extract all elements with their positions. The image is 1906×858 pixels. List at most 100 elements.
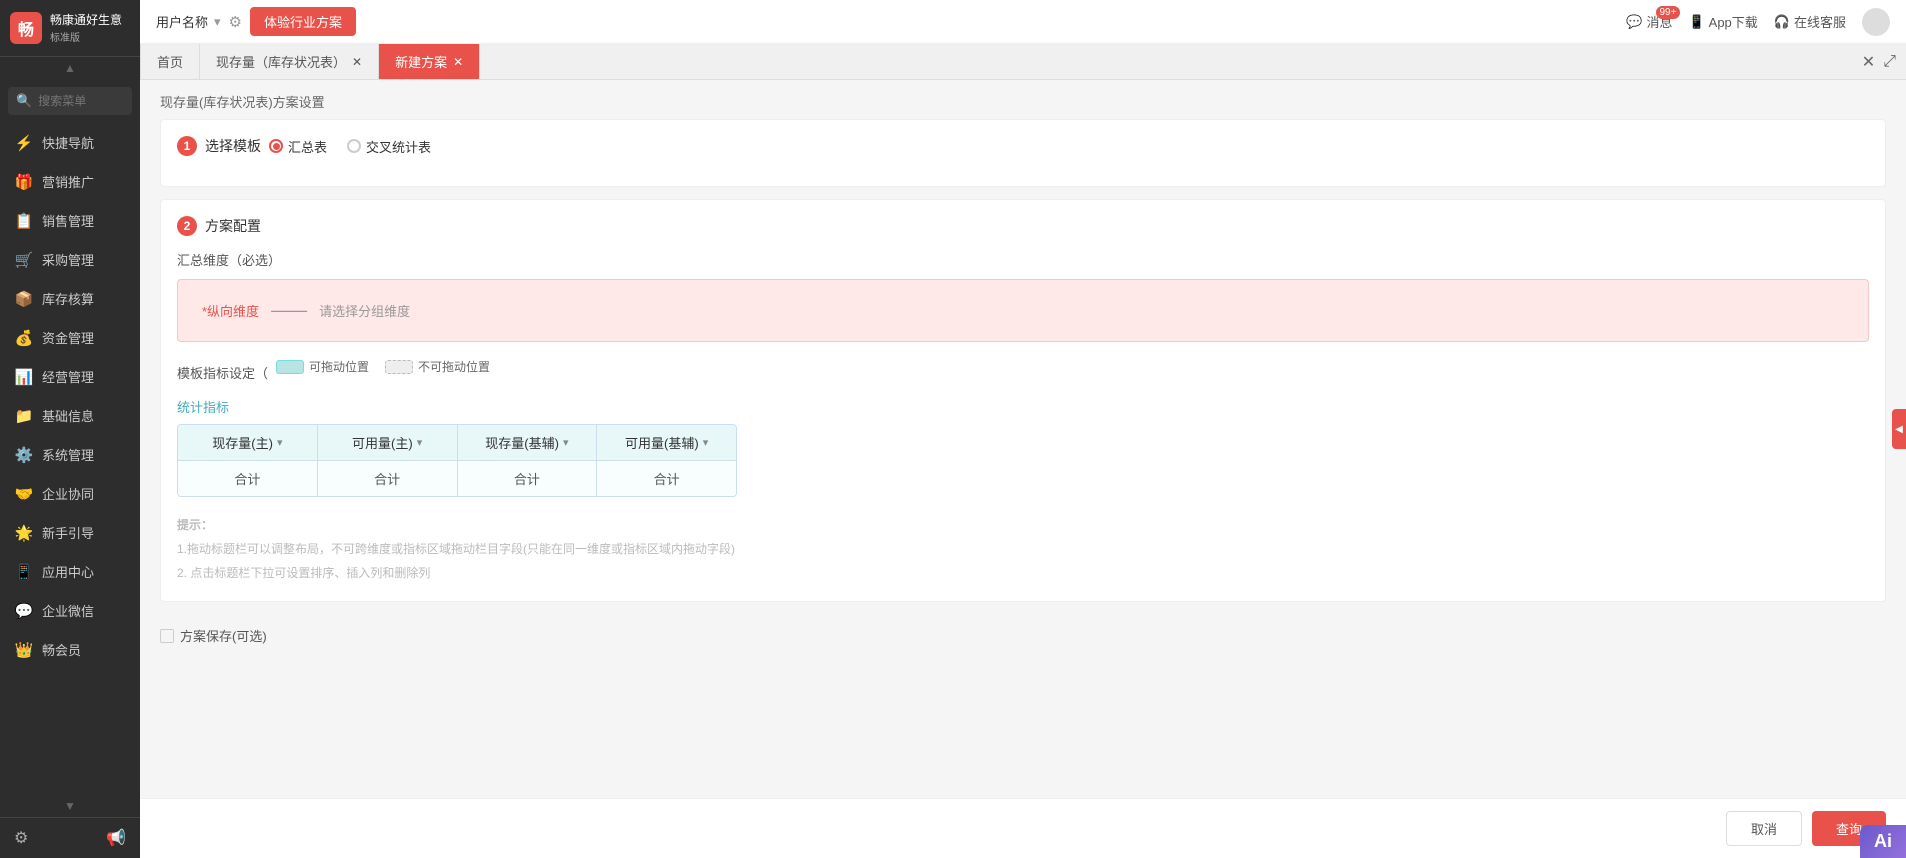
- search-input[interactable]: [38, 94, 124, 108]
- sidebar-item-marketing[interactable]: 🎁 营销推广: [0, 162, 140, 201]
- topbar-right: 💬 消息 99+ 📱 App下载 🎧 在线客服: [1626, 8, 1890, 36]
- ai-badge[interactable]: Ai: [1860, 825, 1906, 858]
- quick-nav-icon: ⚡: [14, 134, 34, 152]
- stats-col-3-label: 可用量(基辅): [625, 433, 699, 452]
- stats-table: 现存量(主) ▾ 可用量(主) ▾ 现存量(基辅) ▾: [177, 424, 737, 497]
- sidebar-item-inventory[interactable]: 📦 库存核算: [0, 279, 140, 318]
- legend-non-draggable-label: 不可拖动位置: [418, 358, 490, 375]
- sidebar-item-label: 企业微信: [42, 601, 94, 620]
- indicator-label: 模板指标设定（ 可拖动位置 不可拖动位置: [177, 358, 1869, 387]
- sidebar-item-quick-nav[interactable]: ⚡ 快捷导航: [0, 123, 140, 162]
- user-name: 用户名称: [156, 12, 208, 31]
- step2-header: 2 方案配置: [177, 216, 1869, 236]
- online-service-group[interactable]: 🎧 在线客服: [1774, 12, 1846, 31]
- inventory-icon: 📦: [14, 290, 34, 308]
- messages-group[interactable]: 💬 消息 99+: [1626, 12, 1672, 31]
- sidebar-item-label: 采购管理: [42, 250, 94, 269]
- tab-home[interactable]: 首页: [140, 44, 200, 79]
- sidebar-scroll-up[interactable]: ▲: [0, 57, 140, 79]
- app-title-area: 畅康通好生意 标准版: [50, 12, 122, 44]
- cancel-button[interactable]: 取消: [1726, 811, 1802, 846]
- stats-body-cell-1: 合计: [318, 461, 458, 496]
- legend-draggable-label: 可拖动位置: [309, 358, 369, 375]
- sidebar-item-basic[interactable]: 📁 基础信息: [0, 396, 140, 435]
- sales-icon: 📋: [14, 212, 34, 230]
- sidebar-item-label: 资金管理: [42, 328, 94, 347]
- dimension-placeholder[interactable]: 请选择分组维度: [319, 301, 410, 320]
- user-avatar[interactable]: [1862, 8, 1890, 36]
- tab-new-plan[interactable]: 新建方案 ✕: [379, 44, 480, 79]
- sidebar-item-finance[interactable]: 💰 资金管理: [0, 318, 140, 357]
- user-dropdown-icon[interactable]: ▾: [214, 14, 221, 30]
- sidebar-item-sales[interactable]: 📋 销售管理: [0, 201, 140, 240]
- app-download-group[interactable]: 📱 App下载: [1688, 12, 1757, 31]
- sidebar-item-newbie[interactable]: 🌟 新手引导: [0, 513, 140, 552]
- purchase-icon: 🛒: [14, 251, 34, 269]
- indicator-section: 模板指标设定（ 可拖动位置 不可拖动位置 统计指标: [177, 358, 1869, 585]
- radio-summary[interactable]: 汇总表: [269, 137, 327, 156]
- sidebar-search-bar[interactable]: 🔍: [8, 87, 132, 115]
- sidebar-item-label: 库存核算: [42, 289, 94, 308]
- stats-col-3[interactable]: 可用量(基辅) ▾: [597, 425, 736, 460]
- step1-section: 1 选择模板 汇总表 交叉统计表: [160, 119, 1886, 187]
- operation-icon: 📊: [14, 368, 34, 386]
- tab-new-plan-close-icon[interactable]: ✕: [453, 55, 463, 69]
- stats-col-2-dropdown-icon[interactable]: ▾: [563, 436, 569, 449]
- system-icon: ⚙️: [14, 446, 34, 464]
- stats-col-1[interactable]: 可用量(主) ▾: [318, 425, 458, 460]
- stats-table-header: 现存量(主) ▾ 可用量(主) ▾ 现存量(基辅) ▾: [178, 425, 736, 461]
- sidebar-item-label: 新手引导: [42, 523, 94, 542]
- stats-col-3-dropdown-icon[interactable]: ▾: [703, 436, 709, 449]
- tab-inventory-status[interactable]: 现存量（库存状况表） ✕: [200, 44, 379, 79]
- dimension-area: *纵向维度 —— 请选择分组维度: [177, 279, 1869, 342]
- save-plan-label: 方案保存(可选): [180, 626, 267, 645]
- stats-col-0[interactable]: 现存量(主) ▾: [178, 425, 318, 460]
- tab-bar: 首页 现存量（库存状况表） ✕ 新建方案 ✕ ✕ ⤢: [140, 44, 1906, 80]
- indicator-label-text: 模板指标设定（: [177, 363, 268, 382]
- sidebar-item-member[interactable]: 👑 畅会员: [0, 630, 140, 669]
- headphone-icon: 🎧: [1774, 14, 1790, 30]
- radio-cross-label: 交叉统计表: [366, 137, 431, 156]
- step1-header: 1 选择模板 汇总表 交叉统计表: [177, 136, 1869, 156]
- stats-section: 统计指标 现存量(主) ▾ 可用量(主) ▾: [177, 397, 1869, 497]
- stats-col-0-dropdown-icon[interactable]: ▾: [277, 436, 283, 449]
- tips-section: 提示： 1.拖动标题栏可以调整布局，不可跨维度或指标区域拖动栏目字段(只能在同一…: [177, 513, 1869, 585]
- indicator-legend: 可拖动位置 不可拖动位置: [276, 358, 490, 375]
- stats-col-1-label: 可用量(主): [352, 433, 413, 452]
- step2-badge: 2: [177, 216, 197, 236]
- stats-col-1-dropdown-icon[interactable]: ▾: [417, 436, 423, 449]
- sidebar-item-app-center[interactable]: 📱 应用中心: [0, 552, 140, 591]
- template-radio-group: 汇总表 交叉统计表: [269, 137, 431, 156]
- speaker-icon[interactable]: 📢: [106, 828, 126, 848]
- app-subtitle: 标准版: [50, 29, 122, 44]
- sidebar-scroll-down[interactable]: ▼: [0, 795, 140, 817]
- step2-title: 方案配置: [205, 216, 261, 236]
- newbie-icon: 🌟: [14, 524, 34, 542]
- sidebar-item-enterprise[interactable]: 🤝 企业协同: [0, 474, 140, 513]
- sidebar-item-wechat[interactable]: 💬 企业微信: [0, 591, 140, 630]
- step1-title: 选择模板: [205, 136, 261, 156]
- footer-bar: 取消 查询: [140, 798, 1906, 858]
- stats-table-body: 合计 合计 合计 合计: [178, 461, 736, 496]
- settings-icon[interactable]: ⚙: [14, 828, 28, 848]
- sidebar-item-label: 系统管理: [42, 445, 94, 464]
- save-plan-checkbox[interactable]: [160, 629, 174, 643]
- sidebar-item-system[interactable]: ⚙️ 系统管理: [0, 435, 140, 474]
- trial-btn[interactable]: 体验行业方案: [250, 7, 356, 36]
- sidebar-item-operation[interactable]: 📊 经营管理: [0, 357, 140, 396]
- tab-inventory-close-icon[interactable]: ✕: [352, 55, 362, 69]
- app-download-icon: 📱: [1688, 14, 1704, 30]
- sidebar-item-label: 基础信息: [42, 406, 94, 425]
- radio-cross[interactable]: 交叉统计表: [347, 137, 431, 156]
- tips-item-1: 2. 点击标题栏下拉可设置排序、插入列和删除列: [177, 561, 1869, 585]
- legend-non-draggable: 不可拖动位置: [385, 358, 490, 375]
- tab-expand-btn[interactable]: ⤢: [1883, 53, 1896, 71]
- tab-close-all-btn[interactable]: ✕: [1862, 52, 1875, 72]
- search-icon: 🔍: [16, 93, 32, 109]
- legend-non-draggable-box: [385, 360, 413, 374]
- right-scroll-handle[interactable]: ◀: [1892, 409, 1906, 449]
- settings-gear-icon[interactable]: ⚙: [229, 13, 242, 31]
- stats-col-2[interactable]: 现存量(基辅) ▾: [458, 425, 598, 460]
- sidebar-item-purchase[interactable]: 🛒 采购管理: [0, 240, 140, 279]
- tips-title: 提示：: [177, 513, 213, 537]
